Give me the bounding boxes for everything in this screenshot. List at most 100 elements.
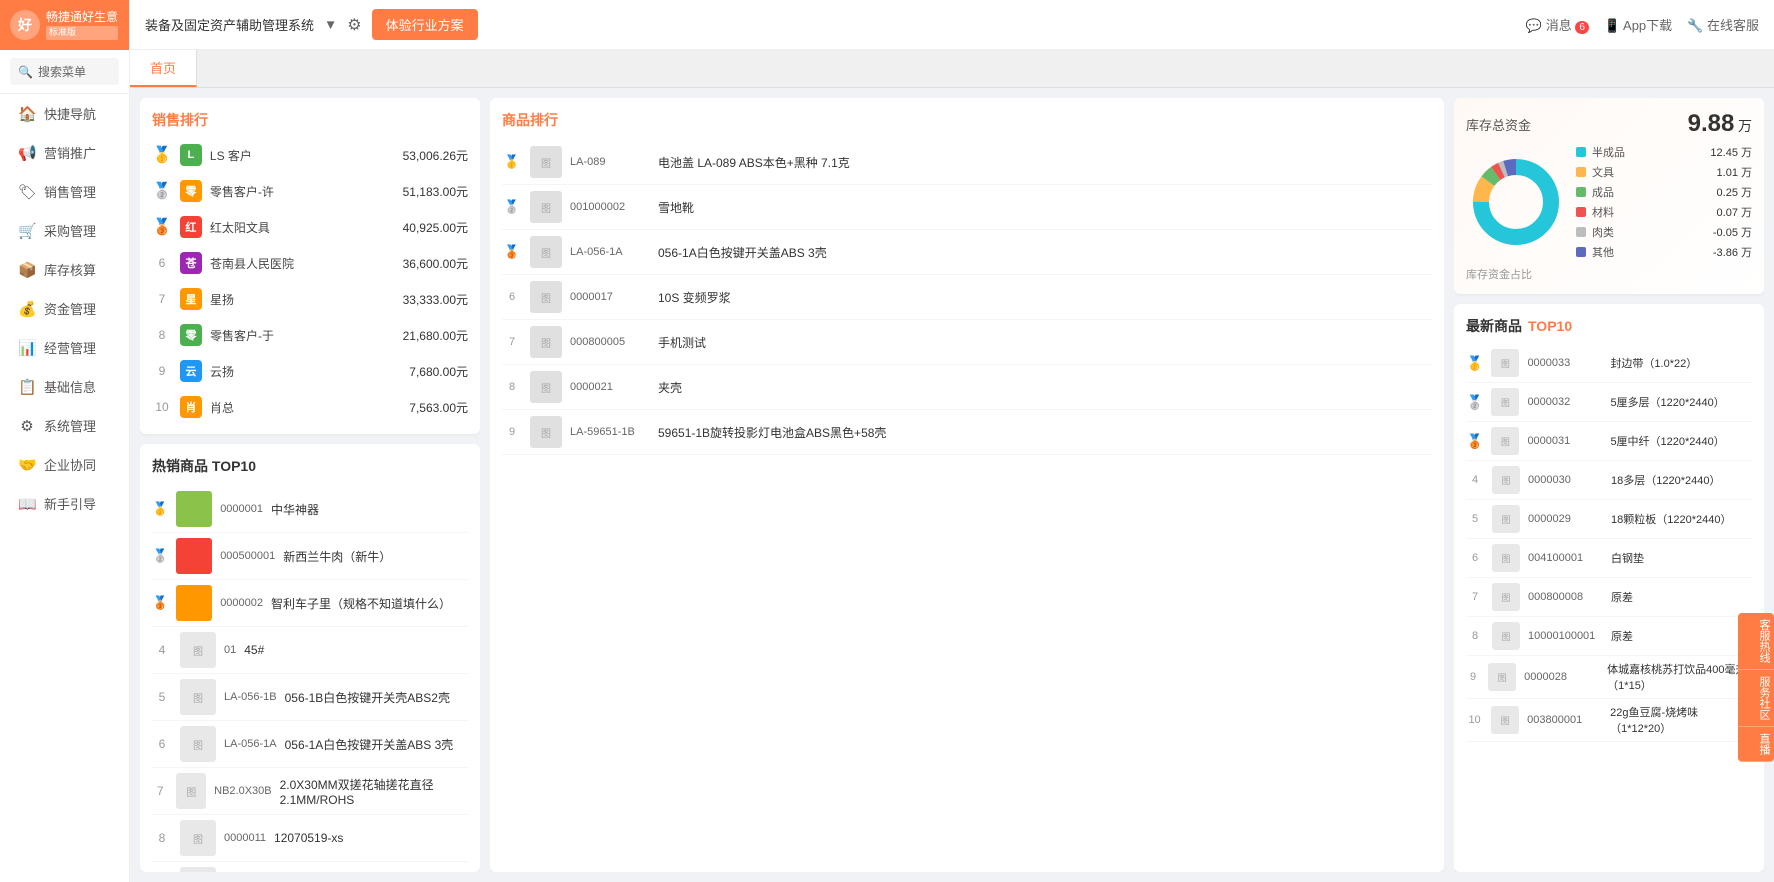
sold-img-5: 图	[530, 326, 562, 358]
badge-1: L	[180, 144, 202, 166]
new-product-8: 8 图 10000100001 原差	[1466, 617, 1752, 656]
sold-img-1: 图	[530, 146, 562, 178]
rank-item-4: 6 苍 苍南县人民医院 36,600.00元	[152, 248, 468, 278]
system-title: 装备及固定资产辅助管理系统	[145, 15, 314, 34]
tab-home[interactable]: 首页	[130, 50, 197, 87]
search-icon: 🔍	[18, 65, 33, 79]
newest-title-row: 最新商品 TOP10	[1466, 316, 1752, 336]
inventory-footnote: 库存资金占比	[1466, 266, 1752, 282]
sidebar-item-inventory[interactable]: 📦 库存核算	[0, 250, 129, 289]
inventory-card: 库存总资金 9.88 万	[1454, 98, 1764, 294]
new-product-2: 🥈 图 0000032 5厘多层（1220*2440）	[1466, 383, 1752, 422]
rank-item-1: 🥇 L LS 客户 53,006.26元	[152, 140, 468, 170]
hot-medal-2: 🥈	[152, 548, 168, 564]
customer-ranking-title: 销售排行	[152, 110, 468, 130]
new-product-5: 5 图 0000029 18颗粒板（1220*2440）	[1466, 500, 1752, 539]
guide-icon: 📖	[18, 495, 36, 513]
hot-product-2: 🥈 000500001 新西兰牛肉（新牛）	[152, 533, 468, 580]
sidebar-item-marketing[interactable]: 📢 营销推广	[0, 133, 129, 172]
newest-products-card: 最新商品 TOP10 🥇 图 0000033 封边带（1.0*22） 🥈 图 0…	[1454, 304, 1764, 872]
float-btn-live[interactable]: 直播	[1738, 727, 1774, 762]
badge-2: 零	[180, 180, 202, 202]
hot-img-3	[176, 585, 212, 621]
new-product-7: 7 图 000800008 原差	[1466, 578, 1752, 617]
app-download-link[interactable]: 📱 App下载	[1604, 15, 1672, 34]
hot-product-4: 4 图 01 45#	[152, 627, 468, 674]
sidebar-item-finance[interactable]: 💰 资金管理	[0, 289, 129, 328]
sidebar-nav: 🏠 快捷导航 📢 营销推广 🏷 销售管理 🛒 采购管理 📦 库存核算 💰 资金管…	[0, 94, 129, 882]
new-product-9: 9 图 0000028 体城嘉核桃苏打饮品400毫升（1*15）	[1466, 656, 1752, 699]
sold-product-1: 🥇 图 LA-089 电池盖 LA-089 ABS本色+黑种 7.1克	[502, 140, 1432, 185]
customer-rank-list: 🥇 L LS 客户 53,006.26元 🥈 零 零售客户-许 51,183.0…	[152, 140, 468, 422]
system-icon: ⚙	[18, 417, 36, 435]
logo-text: 畅捷通好生意 标准版	[46, 10, 118, 39]
sidebar-item-system[interactable]: ⚙ 系统管理	[0, 406, 129, 445]
sold-medal-2: 🥈	[502, 199, 522, 215]
hot-img-5: 图	[180, 679, 216, 715]
sold-medal-1: 🥇	[502, 154, 522, 170]
topbar-right: 💬 消息 6 📱 App下载 🔧 在线客服	[1526, 15, 1759, 34]
operations-icon: 📊	[18, 339, 36, 357]
sold-product-5: 7 图 000800005 手机测试	[502, 320, 1432, 365]
enterprise-icon: 🤝	[18, 456, 36, 474]
online-service-link[interactable]: 🔧 在线客服	[1687, 15, 1759, 34]
new-product-4: 4 图 0000030 18多层（1220*2440）	[1466, 461, 1752, 500]
medal-1: 🥇	[152, 145, 172, 165]
sidebar: 好 畅捷通好生意 标准版 🔍 搜索菜单 🏠 快捷导航 📢 营销推广 🏷 销售管理…	[0, 0, 130, 882]
sidebar-item-basic-info[interactable]: 📋 基础信息	[0, 367, 129, 406]
right-panel: 库存总资金 9.88 万	[1454, 98, 1764, 872]
rank-item-7: 9 云 云扬 7,680.00元	[152, 356, 468, 386]
new-img-4: 图	[1492, 466, 1520, 494]
float-btn-hotline[interactable]: 客服热线	[1738, 613, 1774, 670]
messages-area[interactable]: 💬 消息 6	[1526, 15, 1589, 34]
sold-medal-3: 🥉	[502, 244, 522, 260]
new-product-1: 🥇 图 0000033 封边带（1.0*22）	[1466, 344, 1752, 383]
badge-6: 零	[180, 324, 202, 346]
try-solution-button[interactable]: 体验行业方案	[372, 9, 478, 40]
hot-products-title: 热销商品 TOP10	[152, 456, 468, 476]
hot-product-1: 🥇 0000001 中华神器	[152, 486, 468, 533]
sidebar-item-quick-nav[interactable]: 🏠 快捷导航	[0, 94, 129, 133]
rank-item-8: 10 肖 肖总 7,563.00元	[152, 392, 468, 422]
sales-icon: 🏷	[18, 183, 36, 201]
new-img-2: 图	[1491, 388, 1519, 416]
title-dropdown-button[interactable]: ▼	[324, 17, 337, 32]
badge-3: 红	[180, 216, 202, 238]
sold-product-4: 6 图 0000017 10S 变频罗浆	[502, 275, 1432, 320]
new-img-1: 图	[1491, 349, 1519, 377]
search-area: 🔍 搜索菜单	[0, 50, 129, 94]
sidebar-item-operations[interactable]: 📊 经营管理	[0, 328, 129, 367]
new-product-10: 10 图 003800001 22g鱼豆腐-烧烤味（1*12*20）	[1466, 699, 1752, 742]
hot-medal-3: 🥉	[152, 595, 168, 611]
search-menu-button[interactable]: 🔍 搜索菜单	[10, 58, 119, 85]
content-body: 销售排行 🥇 L LS 客户 53,006.26元 🥈 零 零售客户-许 51,…	[130, 88, 1774, 882]
rank-item-5: 7 星 星扬 33,333.00元	[152, 284, 468, 314]
marketing-icon: 📢	[18, 144, 36, 162]
rank-item-6: 8 零 零售客户-于 21,680.00元	[152, 320, 468, 350]
sold-product-3: 🥉 图 LA-056-1A 056-1A白色按键开关盖ABS 3壳	[502, 230, 1432, 275]
logo-icon: 好	[10, 10, 40, 40]
sold-img-2: 图	[530, 191, 562, 223]
sold-products-card: 商品排行 🥇 图 LA-089 电池盖 LA-089 ABS本色+黑种 7.1克…	[490, 98, 1444, 872]
inventory-header: 库存总资金 9.88 万	[1466, 110, 1752, 138]
badge-8: 肖	[180, 396, 202, 418]
hot-img-2	[176, 538, 212, 574]
sidebar-item-guide[interactable]: 📖 新手引导	[0, 484, 129, 523]
sidebar-item-sales[interactable]: 🏷 销售管理	[0, 172, 129, 211]
settings-button[interactable]: ⚙	[347, 15, 361, 35]
sidebar-item-purchase[interactable]: 🛒 采购管理	[0, 211, 129, 250]
center-panel: 商品排行 🥇 图 LA-089 电池盖 LA-089 ABS本色+黑种 7.1克…	[490, 98, 1444, 872]
float-btn-community[interactable]: 服务社区	[1738, 670, 1774, 727]
badge-4: 苍	[180, 252, 202, 274]
new-img-5: 图	[1492, 505, 1520, 533]
sold-img-7: 图	[530, 416, 562, 448]
left-panel: 销售排行 🥇 L LS 客户 53,006.26元 🥈 零 零售客户-许 51,…	[140, 98, 480, 872]
float-buttons: 客服热线 服务社区 直播	[1738, 613, 1774, 762]
sold-products-title: 商品排行	[502, 110, 1432, 130]
rank-item-3: 🥉 红 红太阳文具 40,925.00元	[152, 212, 468, 242]
hot-img-6: 图	[180, 726, 216, 762]
hot-product-9: 9 图 KK-SD22110H 花语萌恒温分腿睡袋（厚款）	[152, 862, 468, 872]
sidebar-item-enterprise[interactable]: 🤝 企业协同	[0, 445, 129, 484]
hot-img-7: 图	[176, 773, 206, 809]
customer-ranking-card: 销售排行 🥇 L LS 客户 53,006.26元 🥈 零 零售客户-许 51,…	[140, 98, 480, 434]
